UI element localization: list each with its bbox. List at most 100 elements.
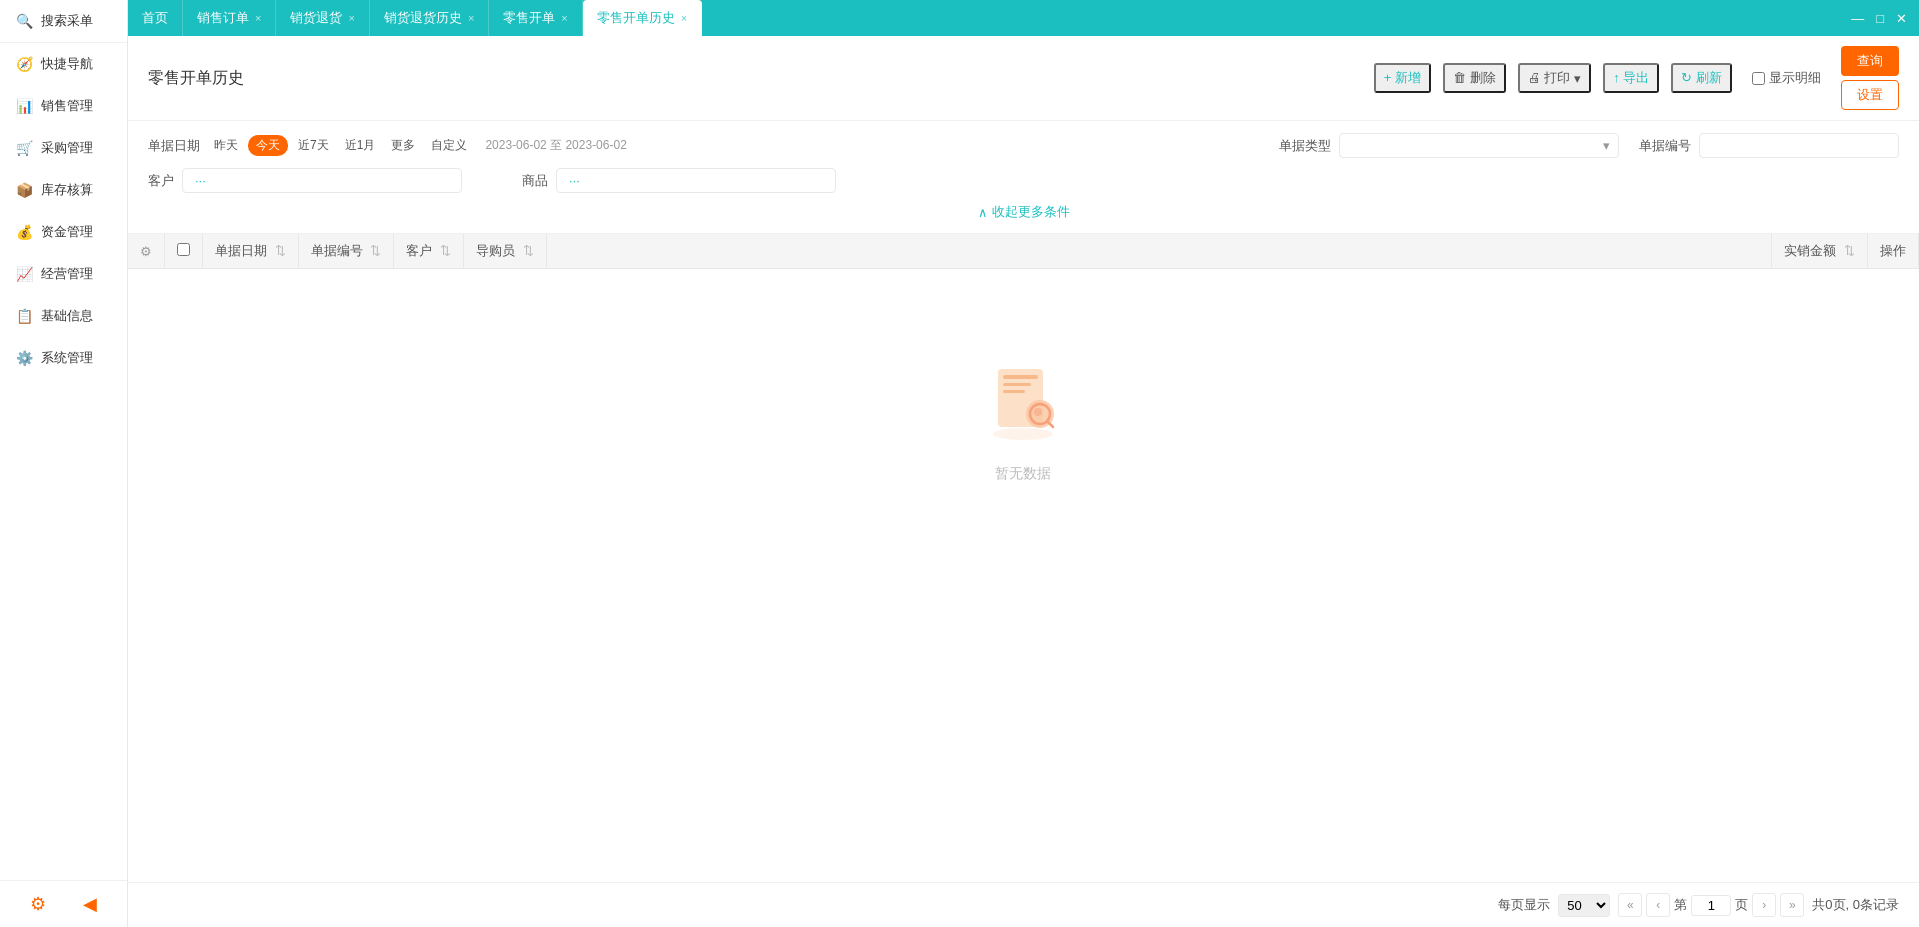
display-checkbox[interactable] xyxy=(1752,72,1765,85)
page-nav: « ‹ 第 页 › » xyxy=(1618,893,1804,917)
svg-rect-2 xyxy=(1003,375,1038,379)
tab-retail-history-label: 零售开单历史 xyxy=(597,9,675,27)
select-all-checkbox[interactable] xyxy=(177,243,190,256)
filter-row-1: 单据日期 昨天 今天 近7天 近1月 更多 自定义 2023-06-02 至 2… xyxy=(148,133,1899,158)
tab-home[interactable]: 首页 xyxy=(128,0,183,36)
col-guide-label: 导购员 xyxy=(476,243,515,258)
per-page-label: 每页显示 xyxy=(1498,896,1550,914)
col-actions: 操作 xyxy=(1868,234,1919,269)
refresh-button[interactable]: ↻ 刷新 xyxy=(1671,63,1732,93)
export-button[interactable]: ↑ 导出 xyxy=(1603,63,1659,93)
window-maximize[interactable]: □ xyxy=(1876,11,1884,26)
sidebar-item-finance[interactable]: 💰 资金管理 xyxy=(0,211,127,253)
finance-icon: 💰 xyxy=(16,224,33,240)
date-btn-today[interactable]: 今天 xyxy=(248,135,288,156)
sidebar-item-operations[interactable]: 📈 经营管理 xyxy=(0,253,127,295)
print-button[interactable]: 🖨 打印 ▾ xyxy=(1518,63,1592,93)
sidebar: 🔍 搜索采单 🧭 快捷导航 📊 销售管理 🛒 采购管理 📦 库存核算 💰 资金管… xyxy=(0,0,128,927)
tab-retail-open[interactable]: 零售开单 × xyxy=(489,0,582,36)
tab-retail-history[interactable]: 零售开单历史 × xyxy=(583,0,702,36)
page-header: 零售开单历史 + 新增 🗑 删除 🖨 打印 ▾ ↑ 导出 ↻ 刷新 显示明细 查… xyxy=(128,36,1919,121)
operations-icon: 📈 xyxy=(16,266,33,282)
page-number-input[interactable] xyxy=(1691,895,1731,916)
sort-date-icon[interactable]: ⇅ xyxy=(275,243,286,258)
sort-number-icon[interactable]: ⇅ xyxy=(370,243,381,258)
tab-sales-order[interactable]: 销售订单 × xyxy=(183,0,276,36)
data-table: ⚙ 单据日期 ⇅ 单据编号 ⇅ xyxy=(128,234,1919,563)
collapse-button[interactable]: ∧ 收起更多条件 xyxy=(148,203,1899,221)
settings-button[interactable]: 设置 xyxy=(1841,80,1899,110)
goods-select[interactable]: ··· xyxy=(556,168,836,193)
table-header: ⚙ 单据日期 ⇅ 单据编号 ⇅ xyxy=(128,234,1919,269)
table-body: 暂无数据 xyxy=(128,269,1919,564)
sidebar-item-system-mgmt[interactable]: ⚙️ 系统管理 xyxy=(0,337,127,379)
tab-close-icon[interactable]: × xyxy=(468,12,474,24)
nav-icon: 🧭 xyxy=(16,56,33,72)
per-page-select[interactable]: 10 20 50 100 xyxy=(1558,894,1610,917)
purchase-icon: 🛒 xyxy=(16,140,33,156)
tab-close-icon[interactable]: × xyxy=(681,12,687,24)
first-page-button[interactable]: « xyxy=(1618,893,1642,917)
date-btn-more[interactable]: 更多 xyxy=(385,135,421,156)
sidebar-item-purchase-mgmt[interactable]: 🛒 采购管理 xyxy=(0,127,127,169)
sidebar-item-basic-info[interactable]: 📋 基础信息 xyxy=(0,295,127,337)
col-amount-label: 实销金额 xyxy=(1784,243,1836,258)
sort-amount-icon[interactable]: ⇅ xyxy=(1844,243,1855,258)
date-btn-custom[interactable]: 自定义 xyxy=(425,135,473,156)
order-number-input[interactable] xyxy=(1699,133,1899,158)
tab-sales-return-history[interactable]: 销货退货历史 × xyxy=(370,0,489,36)
sort-customer-icon[interactable]: ⇅ xyxy=(440,243,451,258)
sidebar-item-label: 销售管理 xyxy=(41,97,93,115)
col-actions-label: 操作 xyxy=(1880,243,1906,258)
query-button[interactable]: 查询 xyxy=(1841,46,1899,76)
tab-sales-return[interactable]: 销货退货 × xyxy=(276,0,369,36)
sort-guide-icon[interactable]: ⇅ xyxy=(523,243,534,258)
tab-close-icon[interactable]: × xyxy=(348,12,354,24)
col-amount: 实销金额 ⇅ xyxy=(1772,234,1868,269)
search-icon: 🔍 xyxy=(16,13,33,29)
settings-icon[interactable]: ⚙ xyxy=(30,893,46,915)
sidebar-item-label: 系统管理 xyxy=(41,349,93,367)
main-area: 首页 销售订单 × 销货退货 × 销货退货历史 × 零售开单 × 零售开单历史 … xyxy=(128,0,1919,927)
next-page-button[interactable]: › xyxy=(1752,893,1776,917)
inventory-icon: 📦 xyxy=(16,182,33,198)
pagination: 每页显示 10 20 50 100 « ‹ 第 页 › » 共0页, 0条记录 xyxy=(128,882,1919,927)
order-type-select[interactable]: ▾ xyxy=(1339,133,1619,158)
sidebar-item-sales-mgmt[interactable]: 📊 销售管理 xyxy=(0,85,127,127)
table-settings-icon[interactable]: ⚙ xyxy=(140,244,152,259)
table-container: ⚙ 单据日期 ⇅ 单据编号 ⇅ xyxy=(128,234,1919,882)
window-controls: — □ ✕ xyxy=(1839,11,1919,26)
customer-select[interactable]: ··· xyxy=(182,168,462,193)
col-number: 单据编号 ⇅ xyxy=(298,234,394,269)
sidebar-item-label: 库存核算 xyxy=(41,181,93,199)
sales-icon: 📊 xyxy=(16,98,33,114)
empty-icon xyxy=(973,349,1073,449)
tab-close-icon[interactable]: × xyxy=(255,12,261,24)
add-button[interactable]: + 新增 xyxy=(1374,63,1431,93)
basic-info-icon: 📋 xyxy=(16,308,33,324)
sidebar-item-quick-nav[interactable]: 🧭 快捷导航 xyxy=(0,43,127,85)
date-btn-yesterday[interactable]: 昨天 xyxy=(208,135,244,156)
order-number-label: 单据编号 xyxy=(1639,137,1691,155)
display-toggle[interactable]: 显示明细 xyxy=(1744,65,1829,91)
window-close[interactable]: ✕ xyxy=(1896,11,1907,26)
last-page-button[interactable]: » xyxy=(1780,893,1804,917)
tab-close-icon[interactable]: × xyxy=(561,12,567,24)
svg-point-8 xyxy=(1034,408,1042,416)
collapse-sidebar-icon[interactable]: ◀ xyxy=(83,893,97,915)
tab-sales-return-history-label: 销货退货历史 xyxy=(384,9,462,27)
filter-area: 单据日期 昨天 今天 近7天 近1月 更多 自定义 2023-06-02 至 2… xyxy=(128,121,1919,234)
window-minimize[interactable]: — xyxy=(1851,11,1864,26)
goods-ellipsis-icon[interactable]: ··· xyxy=(569,173,580,188)
date-btn-last7[interactable]: 近7天 xyxy=(292,135,335,156)
sidebar-item-inventory[interactable]: 📦 库存核算 xyxy=(0,169,127,211)
customer-ellipsis-icon[interactable]: ··· xyxy=(195,173,206,188)
tab-sales-return-label: 销货退货 xyxy=(290,9,342,27)
sidebar-item-label: 采购管理 xyxy=(41,139,93,157)
delete-button[interactable]: 🗑 删除 xyxy=(1443,63,1506,93)
tab-retail-open-label: 零售开单 xyxy=(503,9,555,27)
sidebar-search[interactable]: 🔍 搜索采单 xyxy=(0,0,127,43)
date-btn-last-month[interactable]: 近1月 xyxy=(339,135,382,156)
toolbar: + 新增 🗑 删除 🖨 打印 ▾ ↑ 导出 ↻ 刷新 显示明细 查询 设置 xyxy=(1374,46,1899,110)
prev-page-button[interactable]: ‹ xyxy=(1646,893,1670,917)
